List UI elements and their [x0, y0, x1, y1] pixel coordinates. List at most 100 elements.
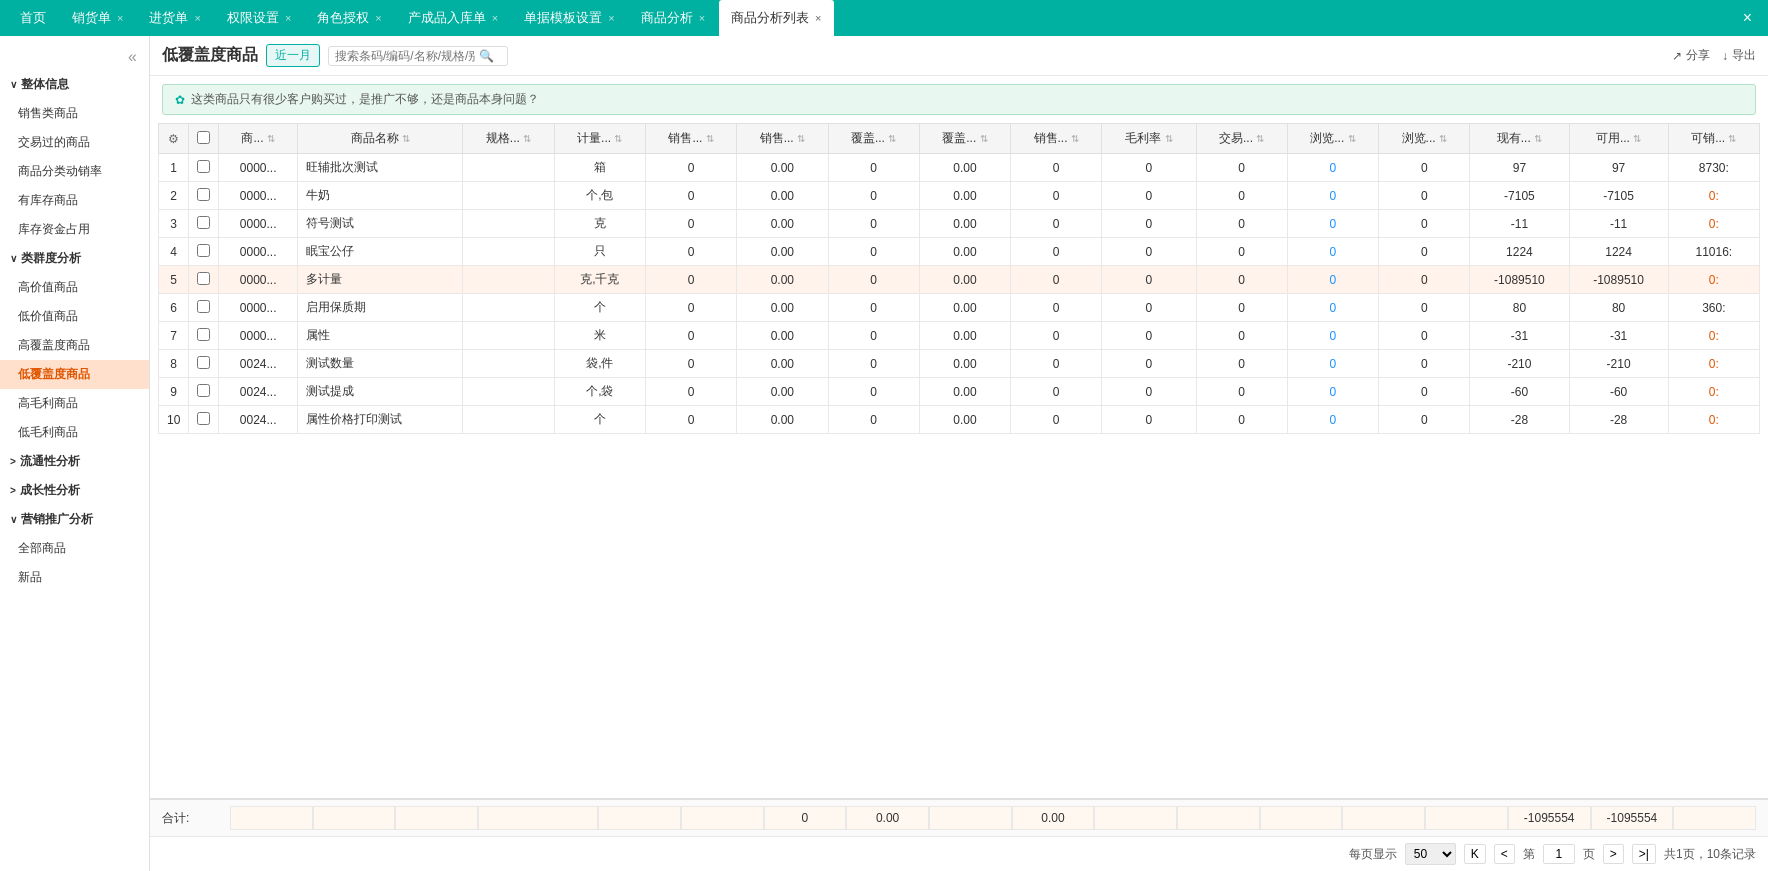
- col-header-unit[interactable]: 计量... ⇅: [554, 124, 645, 154]
- row-checkbox[interactable]: [189, 378, 219, 406]
- nav-close-4[interactable]: ×: [375, 12, 381, 24]
- nav-item-8[interactable]: 商品分析列表×: [719, 0, 833, 36]
- nav-item-1[interactable]: 销货单×: [60, 0, 135, 36]
- col-header-trade[interactable]: 交易... ⇅: [1196, 124, 1287, 154]
- row-select-checkbox[interactable]: [197, 188, 210, 201]
- row-checkbox[interactable]: [189, 182, 219, 210]
- row-select-checkbox[interactable]: [197, 412, 210, 425]
- nav-item-0[interactable]: 首页: [8, 0, 58, 36]
- nav-item-5[interactable]: 产成品入库单×: [396, 0, 510, 36]
- sidebar-item-1-4[interactable]: 高毛利商品: [0, 389, 149, 418]
- browse-link[interactable]: 0: [1330, 301, 1337, 315]
- next-page-button[interactable]: >: [1603, 844, 1624, 864]
- row-select-checkbox[interactable]: [197, 244, 210, 257]
- col-header-spec[interactable]: 规格... ⇅: [463, 124, 554, 154]
- sidebar-section-2[interactable]: >流通性分析: [0, 447, 149, 476]
- col-header-coverage2[interactable]: 覆盖... ⇅: [919, 124, 1010, 154]
- row-checkbox[interactable]: [189, 294, 219, 322]
- sidebar-item-0-0[interactable]: 销售类商品: [0, 99, 149, 128]
- window-close-button[interactable]: ×: [1735, 9, 1760, 27]
- row-browse1[interactable]: 0: [1287, 266, 1378, 294]
- row-select-checkbox[interactable]: [197, 384, 210, 397]
- row-browse1[interactable]: 0: [1287, 378, 1378, 406]
- row-checkbox[interactable]: [189, 350, 219, 378]
- row-browse1[interactable]: 0: [1287, 238, 1378, 266]
- col-header-browse1[interactable]: 浏览... ⇅: [1287, 124, 1378, 154]
- browse-link[interactable]: 0: [1330, 413, 1337, 427]
- sidebar-item-1-0[interactable]: 高价值商品: [0, 273, 149, 302]
- nav-close-5[interactable]: ×: [492, 12, 498, 24]
- row-checkbox[interactable]: [189, 154, 219, 182]
- settings-icon[interactable]: ⚙: [168, 132, 179, 146]
- sidebar-item-4-1[interactable]: 新品: [0, 563, 149, 592]
- row-checkbox[interactable]: [189, 266, 219, 294]
- per-page-select[interactable]: 2050100: [1405, 843, 1456, 865]
- row-select-checkbox[interactable]: [197, 300, 210, 313]
- sidebar-collapse-button[interactable]: «: [124, 48, 141, 66]
- sidebar-item-4-0[interactable]: 全部商品: [0, 534, 149, 563]
- row-checkbox[interactable]: [189, 210, 219, 238]
- page-number-input[interactable]: [1543, 844, 1575, 864]
- col-header-code[interactable]: 商... ⇅: [219, 124, 298, 154]
- sidebar-item-1-3[interactable]: 低覆盖度商品: [0, 360, 149, 389]
- col-header-checkbox[interactable]: [189, 124, 219, 154]
- browse-link[interactable]: 0: [1330, 161, 1337, 175]
- col-header-saleable[interactable]: 可销... ⇅: [1668, 124, 1759, 154]
- search-icon[interactable]: 🔍: [479, 49, 494, 63]
- sidebar-section-1[interactable]: ∨类群度分析: [0, 244, 149, 273]
- nav-item-2[interactable]: 进货单×: [137, 0, 212, 36]
- row-select-checkbox[interactable]: [197, 356, 210, 369]
- time-filter-button[interactable]: 近一月: [266, 44, 320, 67]
- col-header-current_stock[interactable]: 现有... ⇅: [1470, 124, 1569, 154]
- share-button[interactable]: ↗ 分享: [1672, 47, 1710, 64]
- col-header-sales_qty[interactable]: 销售... ⇅: [645, 124, 736, 154]
- export-button[interactable]: ↓ 导出: [1722, 47, 1756, 64]
- row-checkbox[interactable]: [189, 322, 219, 350]
- nav-item-7[interactable]: 商品分析×: [629, 0, 717, 36]
- col-header-gear[interactable]: ⚙: [159, 124, 189, 154]
- sidebar-item-1-2[interactable]: 高覆盖度商品: [0, 331, 149, 360]
- browse-link[interactable]: 0: [1330, 329, 1337, 343]
- row-browse1[interactable]: 0: [1287, 154, 1378, 182]
- col-header-browse2[interactable]: 浏览... ⇅: [1379, 124, 1470, 154]
- first-page-button[interactable]: K: [1464, 844, 1486, 864]
- sidebar-section-0[interactable]: ∨整体信息: [0, 70, 149, 99]
- sidebar-item-0-1[interactable]: 交易过的商品: [0, 128, 149, 157]
- row-browse1[interactable]: 0: [1287, 322, 1378, 350]
- sidebar-section-4[interactable]: ∨营销推广分析: [0, 505, 149, 534]
- row-browse1[interactable]: 0: [1287, 350, 1378, 378]
- browse-link[interactable]: 0: [1330, 245, 1337, 259]
- row-select-checkbox[interactable]: [197, 160, 210, 173]
- sidebar-item-1-1[interactable]: 低价值商品: [0, 302, 149, 331]
- col-header-coverage1[interactable]: 覆盖... ⇅: [828, 124, 919, 154]
- nav-item-6[interactable]: 单据模板设置×: [512, 0, 626, 36]
- row-browse1[interactable]: 0: [1287, 294, 1378, 322]
- row-checkbox[interactable]: [189, 238, 219, 266]
- col-header-available_stock[interactable]: 可用... ⇅: [1569, 124, 1668, 154]
- nav-close-7[interactable]: ×: [699, 12, 705, 24]
- col-header-sales3[interactable]: 销售... ⇅: [1011, 124, 1102, 154]
- row-checkbox[interactable]: [189, 406, 219, 434]
- sidebar-item-0-2[interactable]: 商品分类动销率: [0, 157, 149, 186]
- nav-item-4[interactable]: 角色授权×: [305, 0, 393, 36]
- col-header-sales_amt[interactable]: 销售... ⇅: [737, 124, 828, 154]
- row-browse1[interactable]: 0: [1287, 182, 1378, 210]
- row-select-checkbox[interactable]: [197, 328, 210, 341]
- browse-link[interactable]: 0: [1330, 217, 1337, 231]
- sidebar-item-1-5[interactable]: 低毛利商品: [0, 418, 149, 447]
- nav-item-3[interactable]: 权限设置×: [215, 0, 303, 36]
- row-browse1[interactable]: 0: [1287, 406, 1378, 434]
- nav-close-1[interactable]: ×: [117, 12, 123, 24]
- browse-link[interactable]: 0: [1330, 357, 1337, 371]
- search-input[interactable]: [335, 49, 475, 63]
- last-page-button[interactable]: >|: [1632, 844, 1656, 864]
- col-header-margin[interactable]: 毛利率 ⇅: [1102, 124, 1196, 154]
- browse-link[interactable]: 0: [1330, 385, 1337, 399]
- row-select-checkbox[interactable]: [197, 216, 210, 229]
- select-all-checkbox[interactable]: [197, 131, 210, 144]
- table-container[interactable]: ⚙商... ⇅商品名称 ⇅规格... ⇅计量... ⇅销售... ⇅销售... …: [150, 123, 1768, 798]
- nav-close-8[interactable]: ×: [815, 12, 821, 24]
- sidebar-item-0-4[interactable]: 库存资金占用: [0, 215, 149, 244]
- nav-close-6[interactable]: ×: [608, 12, 614, 24]
- nav-close-3[interactable]: ×: [285, 12, 291, 24]
